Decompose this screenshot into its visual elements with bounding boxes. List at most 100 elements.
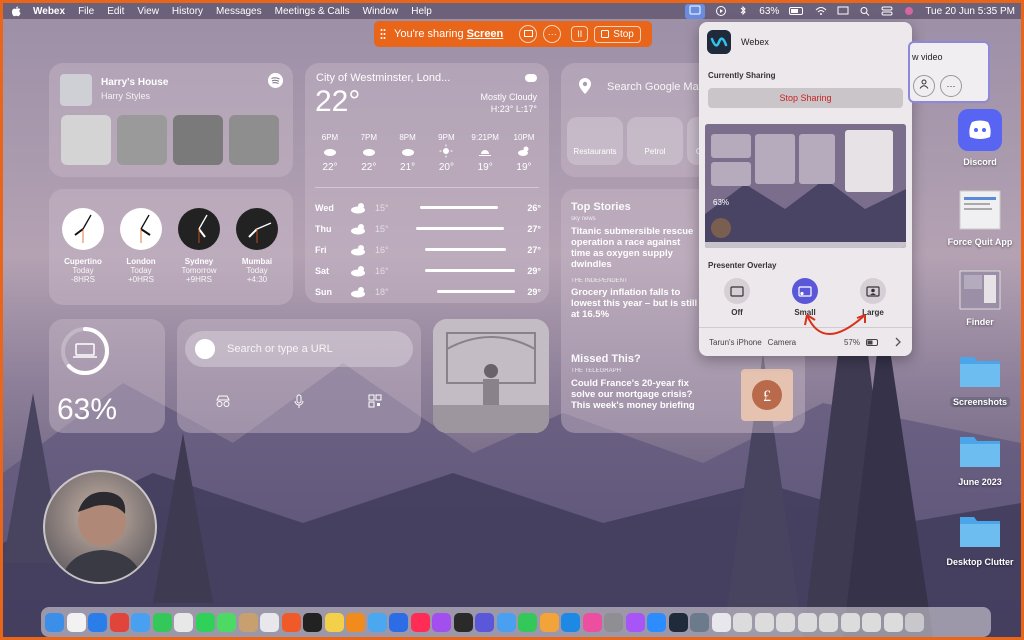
world-clock-widget[interactable]: Cupertino Today -8HRS London Today +0HRS Syd… [49,189,293,305]
display-icon[interactable] [837,6,849,16]
stop-sharing-button[interactable]: Stop Sharing [708,88,903,108]
dock-app-icon[interactable] [862,612,881,632]
chrome-search-widget[interactable]: Search or type a URL [177,319,421,433]
news-story[interactable]: Grocery inflation falls to lowest this y… [571,287,701,320]
more-button[interactable]: ··· [940,75,962,97]
battery-widget[interactable]: 63% [49,319,165,433]
news-story[interactable]: Could France's 20-year fix solve our mor… [571,378,701,411]
play-icon[interactable] [715,6,727,16]
battery-percent[interactable]: 63% [759,6,779,17]
dock-app-icon[interactable] [754,612,774,632]
menu-window[interactable]: Window [363,6,399,17]
dock-app-icon[interactable] [238,612,258,632]
menu-help[interactable]: Help [411,6,432,17]
webex-status-icon[interactable] [685,3,706,19]
desktop-icon-force-quit[interactable]: Force Quit App [940,189,1020,247]
dock-app-icon[interactable] [840,612,860,632]
menu-view[interactable]: View [137,6,159,17]
pause-sharing-button[interactable]: II [571,26,589,42]
bluetooth-icon[interactable] [737,6,749,16]
dock-app-icon[interactable] [647,612,666,632]
dock-app-icon[interactable] [324,612,344,632]
music-widget[interactable]: Harry's House Harry Styles [49,63,293,177]
share-content-button[interactable] [519,25,538,43]
more-options-button[interactable]: ··· [543,25,562,43]
control-center-icon[interactable] [881,6,893,16]
desktop-icon-discord[interactable]: Discord [940,109,1020,167]
menubar-clock[interactable]: Tue 20 Jun 5:35 PM [925,6,1015,17]
dock-app-icon[interactable] [690,612,709,632]
overlay-large-option[interactable]: Large [848,278,898,317]
meeting-controls-window[interactable]: w video ··· [908,41,990,103]
album-thumbnail[interactable] [117,115,167,165]
dock-app-icon[interactable] [303,612,322,632]
camera-source-row[interactable]: Tarun's iPhone Camera 57% [699,327,912,356]
album-thumbnail[interactable] [61,115,111,165]
dock-app-icon[interactable] [432,612,451,632]
album-thumbnail[interactable] [173,115,223,165]
dock-app-icon[interactable] [518,612,537,632]
wifi-icon[interactable] [815,6,827,16]
dock-app-icon[interactable] [776,612,795,632]
dock-app-icon[interactable] [453,612,473,632]
dock-app-icon[interactable] [152,612,172,632]
battery-icon[interactable] [789,6,805,16]
stop-sharing-bar-button[interactable]: Stop [594,25,641,43]
dock-app-icon[interactable] [604,612,623,632]
dock-app-icon[interactable] [66,612,86,632]
dock-app-icon[interactable] [475,612,494,632]
dock-app-icon[interactable] [281,612,301,632]
chrome-search-input[interactable]: Search or type a URL [185,331,413,367]
maps-widget[interactable]: Search Google Ma Restaurants Petrol G [561,63,711,177]
dock-app-icon[interactable] [346,612,365,632]
menu-app-name[interactable]: Webex [33,6,65,17]
menu-file[interactable]: File [78,6,94,17]
menu-messages[interactable]: Messages [216,6,262,17]
dock-app-icon[interactable] [195,612,215,632]
apple-menu-icon[interactable] [11,5,21,17]
menu-history[interactable]: History [172,6,203,17]
dock-app-icon[interactable] [625,612,645,632]
dock-app-icon[interactable] [88,612,107,632]
dock-app-icon[interactable] [410,612,430,632]
dock-app-icon[interactable] [905,612,924,632]
qr-code-icon[interactable] [367,393,383,409]
dock-app-icon[interactable] [539,612,559,632]
menu-edit[interactable]: Edit [107,6,124,17]
dock-app-icon[interactable] [109,612,129,632]
restaurants-button[interactable]: Restaurants [567,117,623,165]
maps-search-input[interactable]: Search Google Ma [607,81,699,93]
spotlight-icon[interactable] [859,6,871,16]
dock-app-icon[interactable] [389,612,408,632]
desktop-folder-screenshots[interactable]: Screenshots [940,349,1020,407]
dock-app-icon[interactable] [131,612,150,632]
overlay-off-option[interactable]: Off [712,278,762,317]
sharing-target-link[interactable]: Screen [467,28,504,40]
desktop-folder-desktop-clutter[interactable]: Desktop Clutter [940,509,1020,567]
dock-app-icon[interactable] [367,612,387,632]
dock-app-icon[interactable] [733,612,752,632]
album-thumbnail[interactable] [229,115,279,165]
dock-app-icon[interactable] [711,612,731,632]
menu-meetings-calls[interactable]: Meetings & Calls [275,6,350,17]
weather-widget[interactable]: City of Westminster, Lond... 22° Mostly … [305,63,549,303]
dock-app-icon[interactable] [496,612,516,632]
dock-app-icon[interactable] [668,612,688,632]
drag-handle-icon[interactable] [380,28,386,40]
dock-app-icon[interactable] [45,612,64,632]
siri-icon[interactable] [903,6,915,16]
dock-app-icon[interactable] [797,612,817,632]
microphone-icon[interactable] [291,393,307,409]
desktop-icon-finder[interactable]: Finder [940,269,1020,327]
incognito-icon[interactable] [215,393,231,409]
photo-widget[interactable] [433,319,549,433]
dock-app-icon[interactable] [883,612,903,632]
participant-button[interactable] [913,75,935,97]
overlay-small-option[interactable]: Small [780,278,830,317]
dock-app-icon[interactable] [174,612,193,632]
petrol-button[interactable]: Petrol [627,117,683,165]
dock-app-icon[interactable] [217,612,236,632]
chevron-right-icon[interactable] [894,337,902,347]
dock-app-icon[interactable] [582,612,602,632]
dock-app-icon[interactable] [819,612,838,632]
